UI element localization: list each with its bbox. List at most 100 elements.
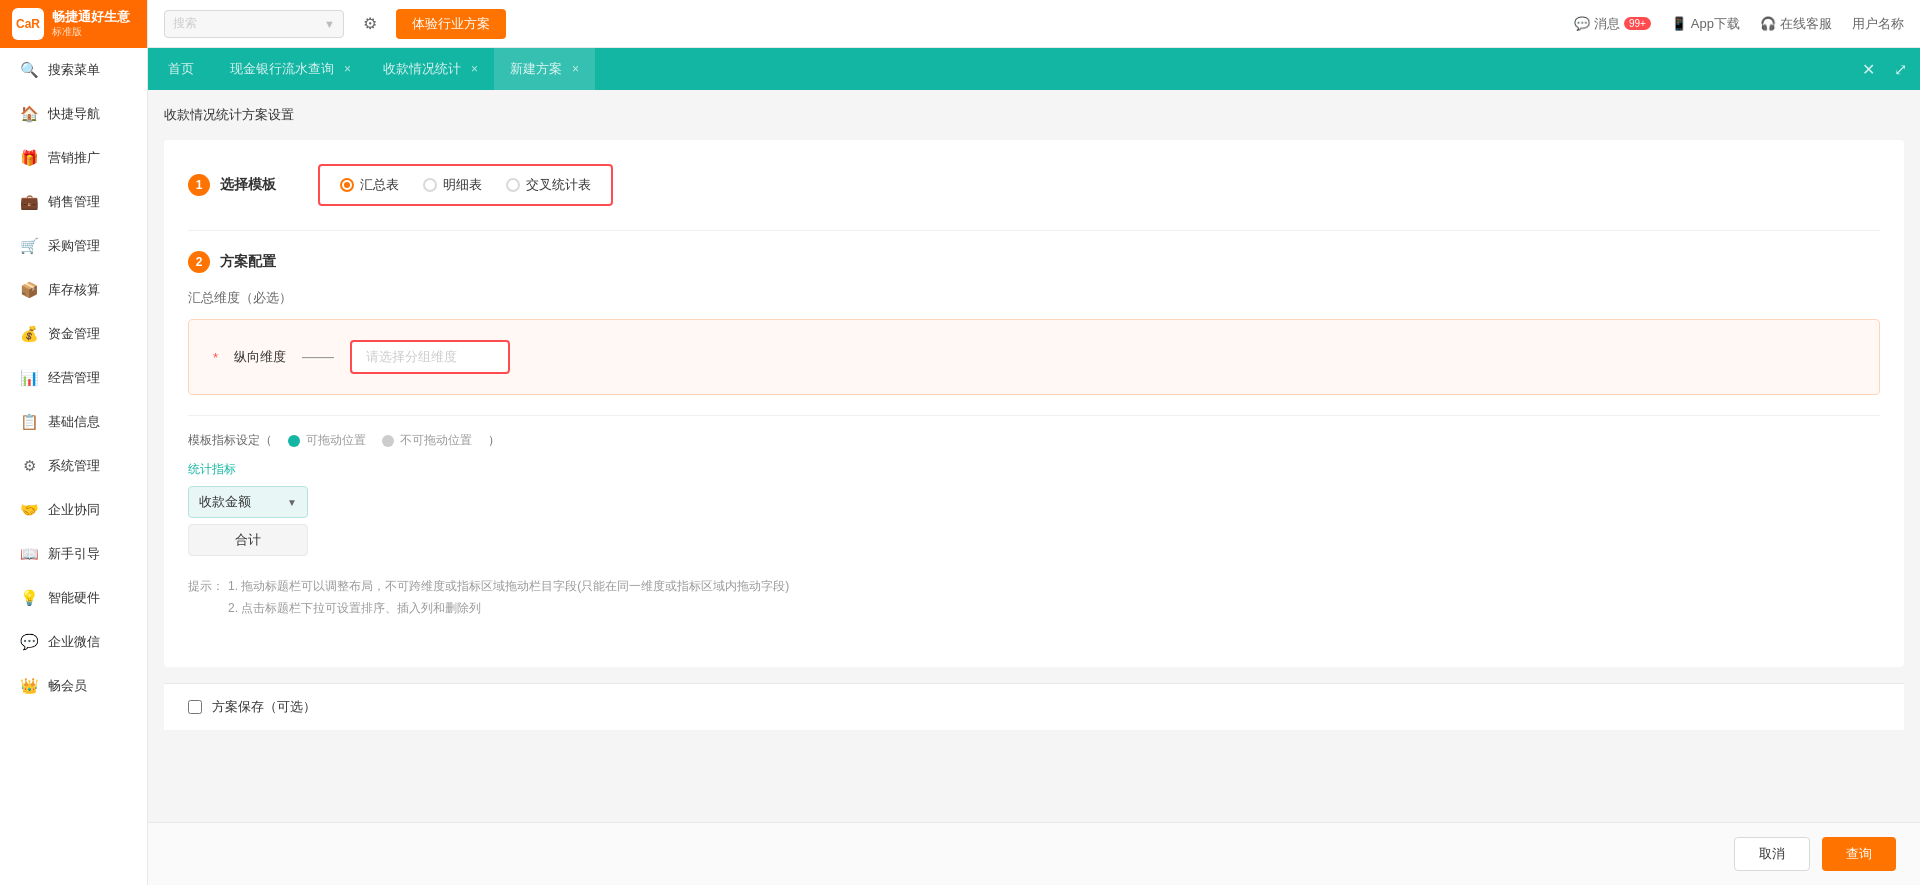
save-checkbox[interactable] (188, 700, 202, 714)
metrics-grid: 收款金额 ▼ 合计 (188, 486, 308, 556)
sidebar-item-system[interactable]: ⚙ 系统管理 (0, 444, 147, 488)
main-area: 搜索 ▼ ⚙ 体验行业方案 💬 消息 99+ 📱 App下载 🎧 在线客服 用 (148, 0, 1920, 885)
sidebar-item-label: 企业微信 (48, 633, 100, 651)
required-mark: * (213, 350, 218, 365)
radio-cross[interactable]: 交叉统计表 (506, 176, 591, 194)
tab-home[interactable]: 首页 (148, 48, 214, 90)
radio-label-cross: 交叉统计表 (526, 176, 591, 194)
app-download-button[interactable]: 📱 App下载 (1671, 15, 1740, 33)
chart-icon: 📊 (20, 369, 38, 387)
trial-button[interactable]: 体验行业方案 (396, 9, 506, 39)
tab-close-icon[interactable]: × (344, 62, 351, 76)
sidebar-item-label: 基础信息 (48, 413, 100, 431)
tip-text-1: 1. 拖动标题栏可以调整布局，不可跨维度或指标区域拖动栏目字段(只能在同一维度或… (228, 576, 789, 598)
tab-bank-flow[interactable]: 现金银行流水查询 × (214, 48, 367, 90)
sidebar-item-label: 资金管理 (48, 325, 100, 343)
main-card: 1 选择模板 汇总表 明细表 (164, 140, 1904, 667)
sidebar-item-inventory[interactable]: 📦 库存核算 (0, 268, 147, 312)
money-icon: 💰 (20, 325, 38, 343)
step1-title: 选择模板 (220, 176, 276, 194)
radio-summary[interactable]: 汇总表 (340, 176, 399, 194)
sidebar-item-basic-info[interactable]: 📋 基础信息 (0, 400, 147, 444)
topbar-search-area: 搜索 ▼ (164, 10, 344, 38)
crown-icon: 👑 (20, 677, 38, 695)
sidebar-item-enterprise[interactable]: 🤝 企业协同 (0, 488, 147, 532)
service-icon: 🎧 (1760, 16, 1776, 31)
tip-item-2: 提示： 2. 点击标题栏下拉可设置排序、插入列和删除列 (188, 598, 1880, 620)
step2-header: 2 方案配置 (188, 251, 1880, 273)
handshake-icon: 🤝 (20, 501, 38, 519)
dimension-placeholder: 请选择分组维度 (366, 348, 457, 366)
movable-dot (288, 435, 300, 447)
message-button[interactable]: 💬 消息 99+ (1574, 15, 1651, 33)
sidebar-item-purchase[interactable]: 🛒 采购管理 (0, 224, 147, 268)
dimension-select[interactable]: 请选择分组维度 (350, 340, 510, 374)
tab-label: 首页 (168, 60, 194, 78)
radio-circle-detail (423, 178, 437, 192)
online-service-label: 在线客服 (1780, 15, 1832, 33)
sidebar-item-label: 新手引导 (48, 545, 100, 563)
sidebar-item-wechat[interactable]: 💬 企业微信 (0, 620, 147, 664)
sidebar-item-search[interactable]: 🔍 搜索菜单 (0, 48, 147, 92)
radio-label-detail: 明细表 (443, 176, 482, 194)
tab-close-icon[interactable]: × (572, 62, 579, 76)
download-icon: 📱 (1671, 16, 1687, 31)
sidebar-item-sales[interactable]: 💼 销售管理 (0, 180, 147, 224)
sidebar-item-finance[interactable]: 💰 资金管理 (0, 312, 147, 356)
metric-card-label: 收款金额 (199, 493, 251, 511)
user-info[interactable]: 用户名称 (1852, 15, 1904, 33)
step1-number: 1 (188, 174, 210, 196)
online-service-button[interactable]: 🎧 在线客服 (1760, 15, 1832, 33)
radio-label-summary: 汇总表 (360, 176, 399, 194)
metrics-section: 模板指标设定（ 可拖动位置 不可拖动位置 ） (188, 415, 1880, 556)
tips-section: 提示： 1. 拖动标题栏可以调整布局，不可跨维度或指标区域拖动栏目字段(只能在同… (188, 576, 1880, 619)
search-menu-icon: 🔍 (20, 61, 38, 79)
sidebar-item-quicknav[interactable]: 🏠 快捷导航 (0, 92, 147, 136)
logo-main-text: 畅捷通好生意 (52, 9, 130, 25)
section-divider (188, 230, 1880, 231)
radio-inner-summary (344, 182, 350, 188)
search-box[interactable]: 搜索 ▼ (164, 10, 344, 38)
tab-new-plan[interactable]: 新建方案 × (494, 48, 595, 90)
content-area: 收款情况统计方案设置 1 选择模板 汇总表 (148, 90, 1920, 822)
sidebar-item-hardware[interactable]: 💡 智能硬件 (0, 576, 147, 620)
tab-close-icon[interactable]: × (471, 62, 478, 76)
sidebar-item-label: 快捷导航 (48, 105, 100, 123)
step1-header: 1 选择模板 汇总表 明细表 (188, 164, 1880, 206)
query-button[interactable]: 查询 (1822, 837, 1896, 871)
box-icon: 📦 (20, 281, 38, 299)
gear-button[interactable]: ⚙ (356, 10, 384, 38)
sidebar-item-label: 采购管理 (48, 237, 100, 255)
tip-item-1: 提示： 1. 拖动标题栏可以调整布局，不可跨维度或指标区域拖动栏目字段(只能在同… (188, 576, 1880, 598)
message-badge: 99+ (1624, 17, 1651, 30)
cart-icon: 🛒 (20, 237, 38, 255)
metrics-config-text: 模板指标设定（ (188, 432, 272, 449)
book-icon: 📖 (20, 545, 38, 563)
sidebar-logo: CaR 畅捷通好生意 标准版 (0, 0, 147, 48)
tab-bar-actions: ✕ ⤢ (1856, 57, 1920, 81)
message-label: 消息 (1594, 15, 1620, 33)
dropdown-icon: ▼ (324, 18, 335, 30)
tab-payment-stats[interactable]: 收款情况统计 × (367, 48, 494, 90)
gear-nav-icon: ⚙ (20, 457, 38, 475)
radio-circle-cross (506, 178, 520, 192)
sidebar-item-operations[interactable]: 📊 经营管理 (0, 356, 147, 400)
sidebar-item-guide[interactable]: 📖 新手引导 (0, 532, 147, 576)
metric-sub-total: 合计 (188, 524, 308, 556)
sidebar-item-label: 销售管理 (48, 193, 100, 211)
radio-detail[interactable]: 明细表 (423, 176, 482, 194)
dimension-title: 汇总维度（必选） (188, 289, 1880, 307)
sidebar-item-marketing[interactable]: 🎁 营销推广 (0, 136, 147, 180)
cancel-button[interactable]: 取消 (1734, 837, 1810, 871)
step2-title: 方案配置 (220, 253, 276, 271)
tab-maximize-button[interactable]: ⤢ (1888, 57, 1912, 81)
tab-bar: 首页 现金银行流水查询 × 收款情况统计 × 新建方案 × ✕ ⤢ (148, 48, 1920, 90)
metrics-content: 统计指标 收款金额 ▼ 合计 (188, 461, 1880, 556)
tab-close-window-button[interactable]: ✕ (1856, 57, 1880, 81)
fixed-label: 不可拖动位置 (400, 432, 472, 449)
sidebar-item-member[interactable]: 👑 畅会员 (0, 664, 147, 708)
metric-card-payment[interactable]: 收款金额 ▼ (188, 486, 308, 518)
movable-tag: 可拖动位置 (288, 432, 366, 449)
app-download-label: App下载 (1691, 15, 1740, 33)
topbar-right: 💬 消息 99+ 📱 App下载 🎧 在线客服 用户名称 (1574, 15, 1904, 33)
